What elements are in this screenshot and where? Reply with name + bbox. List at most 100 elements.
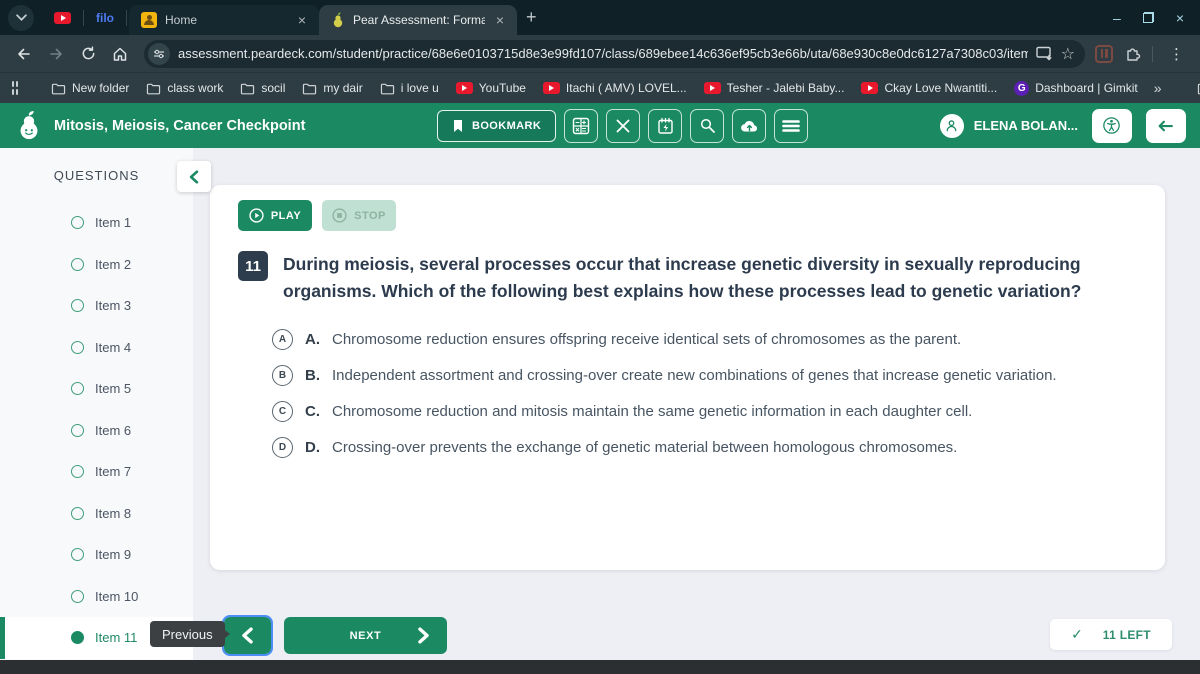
option-b-radio[interactable]: B <box>272 365 293 386</box>
home-button[interactable] <box>106 40 134 68</box>
extensions-button[interactable] <box>1125 45 1142 62</box>
option-prefix: A. <box>305 331 320 348</box>
tune-icon <box>154 49 164 58</box>
radio-icon <box>71 506 84 520</box>
reload-button[interactable] <box>74 40 102 68</box>
bookmark-youtube[interactable]: YouTube <box>451 78 531 98</box>
site-settings-button[interactable] <box>148 42 170 65</box>
new-tab-button[interactable]: + <box>517 5 546 30</box>
install-app-button[interactable] <box>1035 46 1053 61</box>
answer-options: A A. Chromosome reduction ensures offspr… <box>238 329 1137 458</box>
address-bar[interactable]: assessment.peardeck.com/student/practice… <box>144 39 1085 68</box>
question-text: During meiosis, several processes occur … <box>283 254 1082 301</box>
close-tab-icon[interactable]: × <box>295 12 309 28</box>
toolbar-separator <box>1152 45 1153 62</box>
sidebar-item-2[interactable]: Item 2 <box>0 244 193 286</box>
bookmark-ckay-love[interactable]: Ckay Love Nwantiti... <box>856 78 1002 98</box>
previous-button[interactable] <box>222 615 273 656</box>
sidebar-item-7[interactable]: Item 7 <box>0 451 193 493</box>
questions-sidebar: QUESTIONS Item 1 Item 2 Item 3 Item 4 It… <box>0 148 193 660</box>
item-label: Item 5 <box>95 381 132 397</box>
option-a[interactable]: A A. Chromosome reduction ensures offspr… <box>272 329 1137 350</box>
option-b[interactable]: B B. Independent assortment and crossing… <box>272 365 1137 386</box>
bookmark-label: Dashboard | Gimkit <box>1035 81 1138 95</box>
sidebar-collapse-button[interactable] <box>177 161 211 192</box>
notepad-lightning-icon <box>657 117 673 134</box>
exit-back-button[interactable] <box>1145 108 1186 143</box>
tab-home[interactable]: Home × <box>129 4 319 35</box>
bookmark-folder-class-work[interactable]: class work <box>141 78 228 98</box>
bookmark-folder-my-dair[interactable]: my dair <box>297 78 367 98</box>
bookmark-tesher-jalebi[interactable]: Tesher - Jalebi Baby... <box>699 78 850 98</box>
page-body: QUESTIONS Item 1 Item 2 Item 3 Item 4 It… <box>0 148 1200 660</box>
item-label: Item 4 <box>95 339 132 355</box>
window-bottom-edge <box>0 660 1200 674</box>
play-button[interactable]: PLAY <box>238 200 312 231</box>
sidebar-item-9[interactable]: Item 9 <box>0 534 193 576</box>
option-a-radio[interactable]: A <box>272 329 293 350</box>
pinned-tab-youtube[interactable] <box>44 3 81 33</box>
reload-icon <box>82 46 94 60</box>
sidebar-item-3[interactable]: Item 3 <box>0 285 193 327</box>
items-remaining-chip[interactable]: ✓ 11 LEFT <box>1050 619 1172 650</box>
apps-grid-icon[interactable] <box>12 81 18 95</box>
bookmark-question-button[interactable]: BOOKMARK <box>436 109 557 142</box>
radio-icon <box>71 382 84 396</box>
question-number-badge: 11 <box>238 251 268 281</box>
bookmark-folder-i-love-u[interactable]: i love u <box>375 78 444 98</box>
next-button[interactable]: NEXT <box>284 617 447 654</box>
sidebar-item-8[interactable]: Item 8 <box>0 493 193 535</box>
radio-icon <box>71 631 84 645</box>
bookmark-folder-new-folder[interactable]: New folder <box>46 78 134 98</box>
forward-button[interactable] <box>42 40 70 68</box>
sidebar-item-6[interactable]: Item 6 <box>0 410 193 452</box>
close-window-button[interactable]: × <box>1176 11 1184 25</box>
option-c-radio[interactable]: C <box>272 401 293 422</box>
bookmarks-overflow-button[interactable]: » <box>1150 80 1166 96</box>
bookmark-folder-socil[interactable]: socil <box>235 78 290 98</box>
bookmark-label: Itachi ( AMV) LOVEL... <box>565 81 687 95</box>
stop-button[interactable]: STOP <box>322 200 396 231</box>
accessibility-button[interactable] <box>1091 108 1132 143</box>
google-classroom-icon <box>141 11 157 28</box>
option-text: Independent assortment and crossing-over… <box>332 367 1057 384</box>
sidebar-item-4[interactable]: Item 4 <box>0 327 193 369</box>
tab-pear-assessment[interactable]: Pear Assessment: Formative a × <box>319 4 517 35</box>
bookmark-star-icon[interactable]: ☆ <box>1061 44 1075 64</box>
back-button[interactable] <box>10 40 38 68</box>
stop-icon <box>332 208 347 223</box>
cross-out-button[interactable] <box>606 108 641 143</box>
scratchpad-button[interactable] <box>648 108 683 143</box>
home-icon <box>113 47 127 61</box>
piano-extension-icon[interactable] <box>1095 44 1113 63</box>
all-bookmarks-button[interactable]: All Bookmarks <box>1192 78 1200 98</box>
item-label: Item 8 <box>95 505 132 521</box>
magnifier-button[interactable] <box>690 108 725 143</box>
check-icon: ✓ <box>1071 626 1083 642</box>
sidebar-item-1[interactable]: Item 1 <box>0 202 193 244</box>
puzzle-icon <box>1127 48 1141 61</box>
close-tab-icon[interactable]: × <box>493 12 507 28</box>
item-label: Item 1 <box>95 215 132 231</box>
browser-menu-button[interactable]: ⋮ <box>1163 45 1190 63</box>
item-label: Item 10 <box>95 588 139 604</box>
cloud-upload-button[interactable] <box>732 108 767 143</box>
bookmark-itachi-amv[interactable]: Itachi ( AMV) LOVEL... <box>538 78 692 98</box>
minimize-button[interactable]: – <box>1113 11 1121 25</box>
radio-icon <box>71 423 84 437</box>
option-d[interactable]: D D. Crossing-over prevents the exchange… <box>272 437 1137 458</box>
option-d-radio[interactable]: D <box>272 437 293 458</box>
tab-search-button[interactable] <box>8 4 34 31</box>
assessment-title: Mitosis, Meiosis, Cancer Checkpoint <box>54 117 306 134</box>
bookmark-gimkit-dashboard[interactable]: G Dashboard | Gimkit <box>1009 78 1143 99</box>
url-text[interactable]: assessment.peardeck.com/student/practice… <box>178 46 1028 61</box>
option-c[interactable]: C C. Chromosome reduction and mitosis ma… <box>272 401 1137 422</box>
radio-icon <box>71 216 84 230</box>
sidebar-item-10[interactable]: Item 10 <box>0 576 193 618</box>
line-reader-button[interactable] <box>774 108 809 143</box>
pinned-tab-filo[interactable]: filo <box>86 3 124 33</box>
restore-button[interactable] <box>1142 12 1154 23</box>
calculator-button[interactable] <box>564 108 599 143</box>
sidebar-item-5[interactable]: Item 5 <box>0 368 193 410</box>
radio-icon <box>71 548 84 562</box>
